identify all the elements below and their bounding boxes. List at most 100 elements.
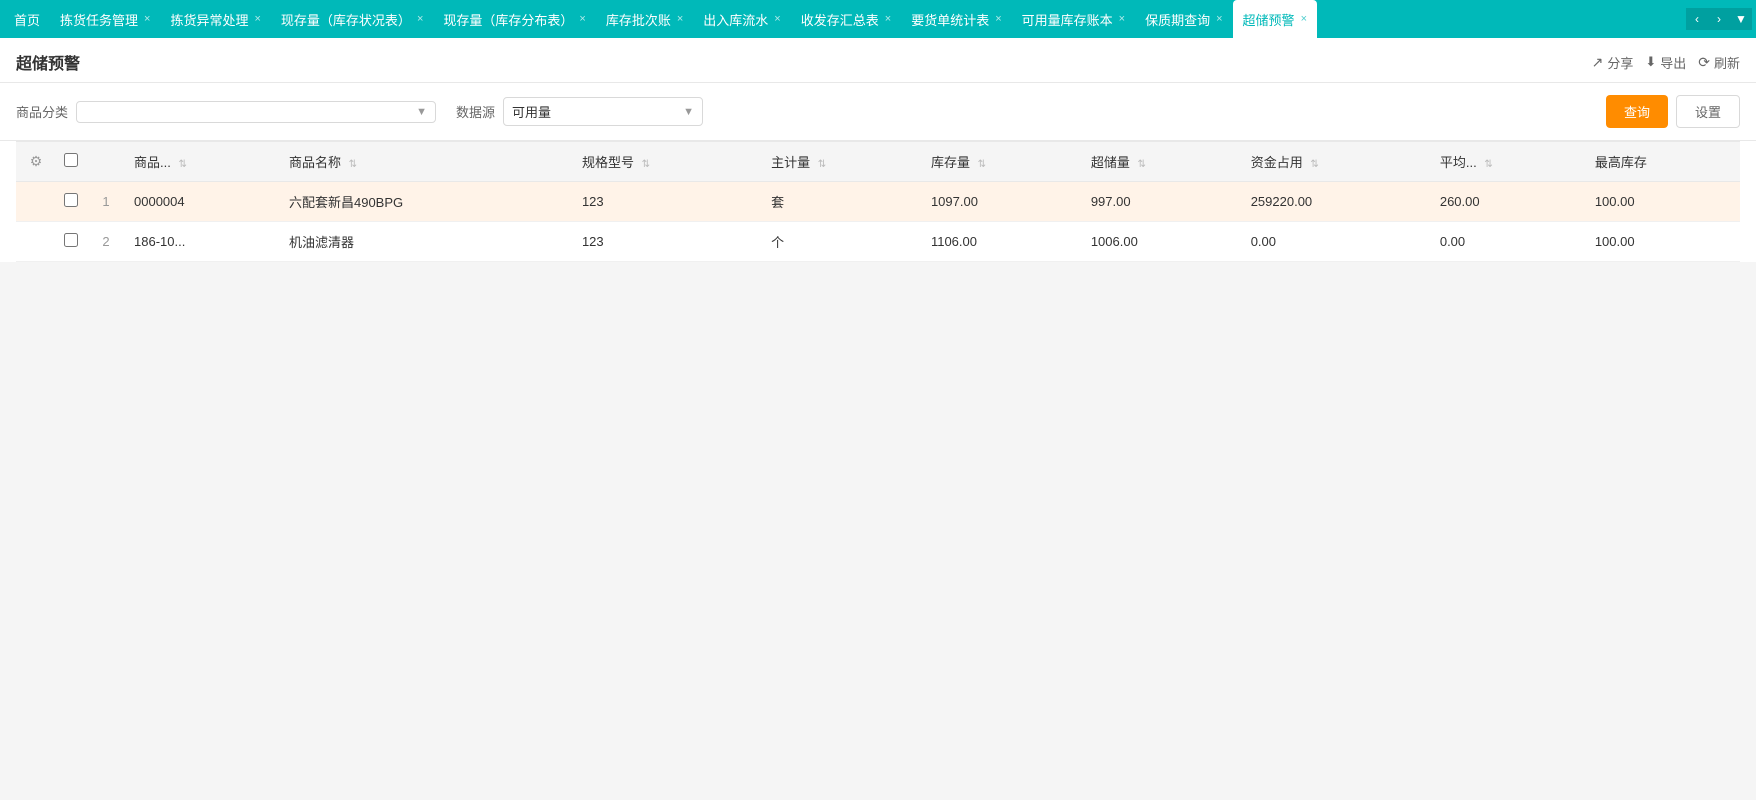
row-inventory-0: 1097.00 <box>923 182 1083 222</box>
col-max-stock-label: 最高库存 <box>1595 155 1647 170</box>
table-row: 1 0000004 六配套新昌490BPG 123 套 1097.00 997.… <box>16 182 1740 222</box>
close-icon-batch-account[interactable]: × <box>677 13 683 25</box>
col-avg[interactable]: 平均... ⇅ <box>1432 142 1587 182</box>
nav-label-batch-account: 库存批次账 <box>606 10 671 29</box>
close-icon-collect-send[interactable]: × <box>885 13 891 25</box>
col-product-code-label: 商品... <box>134 155 171 170</box>
col-rownum <box>86 142 126 182</box>
col-unit[interactable]: 主计量 ⇅ <box>763 142 923 182</box>
category-label: 商品分类 <box>16 102 68 121</box>
nav-item-available-account[interactable]: 可用量库存账本 × <box>1012 0 1135 38</box>
datasource-select-text: 可用量 <box>512 102 551 121</box>
nav-item-abnormal[interactable]: 拣货异常处理 × <box>160 0 270 38</box>
close-icon-overstock-warning[interactable]: × <box>1301 13 1307 25</box>
close-icon-inout-flow[interactable]: × <box>774 13 780 25</box>
nav-arrows: ‹ › ▼ <box>1686 8 1752 30</box>
export-button[interactable]: ⬇ 导出 <box>1645 53 1686 72</box>
row-overstock-0: 997.00 <box>1083 182 1243 222</box>
nav-item-collect-send[interactable]: 收发存汇总表 × <box>791 0 901 38</box>
row-spec-0: 123 <box>574 182 763 222</box>
nav-label-inout-flow: 出入库流水 <box>703 10 768 29</box>
col-product-name[interactable]: 商品名称 ⇅ <box>281 142 574 182</box>
settings-button[interactable]: 设置 <box>1676 95 1740 128</box>
row-product-name-0: 六配套新昌490BPG <box>281 182 574 222</box>
row-checkbox-cell[interactable] <box>56 182 86 222</box>
nav-label-task-mgmt: 拣货任务管理 <box>60 10 138 29</box>
nav-item-quality-check[interactable]: 保质期查询 × <box>1135 0 1232 38</box>
col-gear: ⚙ <box>16 142 56 182</box>
datasource-chevron-icon: ▼ <box>683 106 694 118</box>
sort-icon-avg: ⇅ <box>1484 159 1492 170</box>
category-select[interactable]: ▼ <box>76 101 436 123</box>
nav-label-home: 首页 <box>14 10 40 29</box>
close-icon-task-mgmt[interactable]: × <box>144 13 150 25</box>
sort-icon-product-name: ⇅ <box>349 159 357 170</box>
sort-icon-overstock: ⇅ <box>1137 159 1145 170</box>
col-checkbox-header <box>56 142 86 182</box>
nav-prev-button[interactable]: ‹ <box>1686 8 1708 30</box>
close-icon-inventory-dist[interactable]: × <box>579 13 585 25</box>
row-checkbox-0[interactable] <box>64 193 78 207</box>
nav-item-inventory-status[interactable]: 现存量（库存状况表） × <box>271 0 433 38</box>
page-title: 超储预警 <box>16 50 80 74</box>
select-all-checkbox[interactable] <box>64 153 78 167</box>
sort-icon-capital: ⇅ <box>1310 159 1318 170</box>
col-inventory[interactable]: 库存量 ⇅ <box>923 142 1083 182</box>
row-product-name-1: 机油滤清器 <box>281 222 574 262</box>
col-product-name-label: 商品名称 <box>289 155 341 170</box>
col-spec[interactable]: 规格型号 ⇅ <box>574 142 763 182</box>
nav-item-order-stats[interactable]: 要货单统计表 × <box>901 0 1011 38</box>
chevron-down-icon: ▼ <box>416 106 427 118</box>
row-unit-1: 个 <box>763 222 923 262</box>
refresh-icon: ⟳ <box>1698 54 1710 71</box>
query-button[interactable]: 查询 <box>1606 95 1668 128</box>
refresh-button[interactable]: ⟳ 刷新 <box>1698 53 1740 72</box>
row-spec-1: 123 <box>574 222 763 262</box>
top-nav: 首页 拣货任务管理 × 拣货异常处理 × 现存量（库存状况表） × 现存量（库存… <box>0 0 1756 38</box>
nav-label-quality-check: 保质期查询 <box>1145 10 1210 29</box>
col-overstock[interactable]: 超储量 ⇅ <box>1083 142 1243 182</box>
close-icon-quality-check[interactable]: × <box>1216 13 1222 25</box>
table-container: ⚙ 商品... ⇅ 商品名称 ⇅ 规格型号 ⇅ <box>0 141 1756 262</box>
close-icon-inventory-status[interactable]: × <box>417 13 423 25</box>
filter-actions: 查询 设置 <box>1606 95 1740 128</box>
row-avg-0: 260.00 <box>1432 182 1587 222</box>
header-actions: ↗ 分享 ⬇ 导出 ⟳ 刷新 <box>1592 53 1740 72</box>
nav-item-inout-flow[interactable]: 出入库流水 × <box>693 0 790 38</box>
nav-item-overstock-warning[interactable]: 超储预警 × <box>1233 0 1317 38</box>
close-icon-order-stats[interactable]: × <box>995 13 1001 25</box>
export-icon: ⬇ <box>1645 54 1656 70</box>
col-product-code[interactable]: 商品... ⇅ <box>126 142 281 182</box>
table-row: 2 186-10... 机油滤清器 123 个 1106.00 1006.00 … <box>16 222 1740 262</box>
filter-bar: 商品分类 ▼ 数据源 可用量 ▼ 查询 设置 <box>0 83 1756 141</box>
col-unit-label: 主计量 <box>771 155 810 170</box>
page-header: 超储预警 ↗ 分享 ⬇ 导出 ⟳ 刷新 <box>0 38 1756 83</box>
row-num-1: 2 <box>86 222 126 262</box>
datasource-select[interactable]: 可用量 ▼ <box>503 97 703 126</box>
col-capital[interactable]: 资金占用 ⇅ <box>1243 142 1432 182</box>
nav-label-inventory-dist: 现存量（库存分布表） <box>443 10 573 29</box>
nav-label-order-stats: 要货单统计表 <box>911 10 989 29</box>
nav-item-home[interactable]: 首页 <box>4 0 50 38</box>
row-gear-cell <box>16 182 56 222</box>
filter-category: 商品分类 ▼ <box>16 101 436 123</box>
nav-item-batch-account[interactable]: 库存批次账 × <box>596 0 693 38</box>
sort-icon-spec: ⇅ <box>642 159 650 170</box>
gear-icon[interactable]: ⚙ <box>30 153 43 169</box>
close-icon-available-account[interactable]: × <box>1119 13 1125 25</box>
sort-icon-inventory: ⇅ <box>978 159 986 170</box>
row-checkbox-1[interactable] <box>64 233 78 247</box>
share-icon: ↗ <box>1592 54 1604 71</box>
close-icon-abnormal[interactable]: × <box>254 13 260 25</box>
row-overstock-1: 1006.00 <box>1083 222 1243 262</box>
nav-item-task-mgmt[interactable]: 拣货任务管理 × <box>50 0 160 38</box>
nav-item-inventory-dist[interactable]: 现存量（库存分布表） × <box>433 0 595 38</box>
row-avg-1: 0.00 <box>1432 222 1587 262</box>
share-button[interactable]: ↗ 分享 <box>1592 53 1634 72</box>
nav-menu-button[interactable]: ▼ <box>1730 8 1752 30</box>
row-product-code-1: 186-10... <box>126 222 281 262</box>
row-capital-1: 0.00 <box>1243 222 1432 262</box>
col-max-stock[interactable]: 最高库存 <box>1587 142 1740 182</box>
nav-next-button[interactable]: › <box>1708 8 1730 30</box>
row-checkbox-cell[interactable] <box>56 222 86 262</box>
